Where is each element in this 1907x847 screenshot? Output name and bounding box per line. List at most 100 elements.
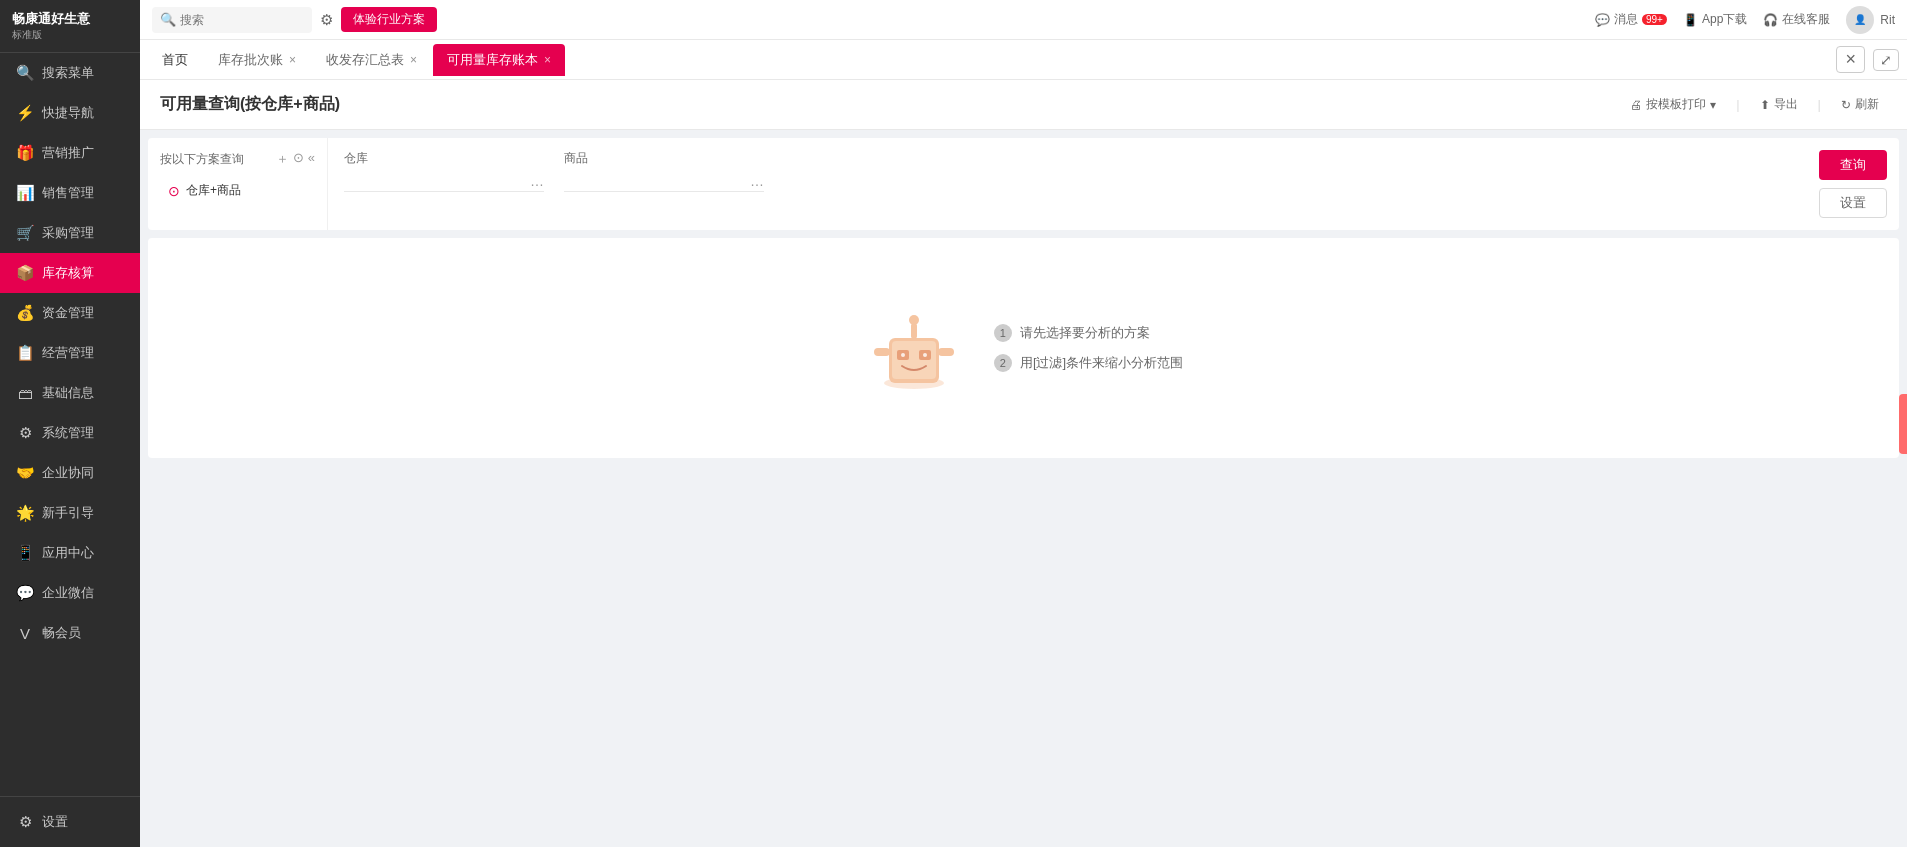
trial-button[interactable]: 体验行业方案 bbox=[341, 7, 437, 32]
sidebar-item-wechat[interactable]: 💬 企业微信 bbox=[0, 573, 140, 613]
sidebar-item-settings-label: 设置 bbox=[42, 813, 68, 831]
avatar-icon: 👤 bbox=[1854, 14, 1866, 25]
topbar-search[interactable]: 🔍 bbox=[152, 7, 312, 33]
system-icon: ⚙ bbox=[16, 424, 34, 442]
message-button[interactable]: 💬 消息 99+ bbox=[1595, 11, 1667, 28]
newbie-icon: 🌟 bbox=[16, 504, 34, 522]
sales-icon: 📊 bbox=[16, 184, 34, 202]
online-service-button[interactable]: 🎧 在线客服 bbox=[1763, 11, 1830, 28]
tab-summary[interactable]: 收发存汇总表 × bbox=[312, 44, 431, 76]
purchase-icon: 🛒 bbox=[16, 224, 34, 242]
sidebar-item-wechat-label: 企业微信 bbox=[42, 584, 94, 602]
page-header: 可用量查询(按仓库+商品) 🖨 按模板打印 ▾ | ⬆ 导出 | ↻ 刷新 bbox=[140, 80, 1907, 130]
sidebar-item-appstore-label: 应用中心 bbox=[42, 544, 94, 562]
svg-rect-2 bbox=[892, 341, 936, 379]
sidebar-item-finance[interactable]: 💰 资金管理 bbox=[0, 293, 140, 333]
svg-point-10 bbox=[923, 353, 927, 357]
marketing-icon: 🎁 bbox=[16, 144, 34, 162]
message-icon: 💬 bbox=[1595, 13, 1610, 27]
appstore-icon: 📱 bbox=[16, 544, 34, 562]
page-actions: 🖨 按模板打印 ▾ | ⬆ 导出 | ↻ 刷新 bbox=[1622, 92, 1887, 117]
add-scheme-icon[interactable]: ＋ bbox=[276, 150, 289, 168]
tab-home[interactable]: 首页 bbox=[148, 44, 202, 76]
sidebar-item-operation[interactable]: 📋 经营管理 bbox=[0, 333, 140, 373]
svg-rect-5 bbox=[911, 323, 917, 339]
sidebar-item-system-label: 系统管理 bbox=[42, 424, 94, 442]
sidebar-item-marketing[interactable]: 🎁 营销推广 bbox=[0, 133, 140, 173]
app-download-button[interactable]: 📱 App下载 bbox=[1683, 11, 1747, 28]
divider2: | bbox=[1818, 97, 1821, 112]
filter-panel: 按以下方案查询 ＋ ⊙ « ⊙ 仓库+商品 仓库 bbox=[148, 138, 1899, 230]
operation-icon: 📋 bbox=[16, 344, 34, 362]
export-icon: ⬆ bbox=[1760, 98, 1770, 112]
sidebar-item-sales[interactable]: 📊 销售管理 bbox=[0, 173, 140, 213]
content: 可用量查询(按仓库+商品) 🖨 按模板打印 ▾ | ⬆ 导出 | ↻ 刷新 bbox=[140, 80, 1907, 847]
basic-icon: 🗃 bbox=[16, 385, 34, 402]
sidebar-item-system[interactable]: ⚙ 系统管理 bbox=[0, 413, 140, 453]
settings-scheme-icon[interactable]: ⊙ bbox=[293, 150, 304, 168]
filter-settings-button[interactable]: 设置 bbox=[1819, 188, 1887, 218]
expand-button[interactable]: ⤢ bbox=[1873, 49, 1899, 71]
refresh-button[interactable]: ↻ 刷新 bbox=[1833, 92, 1887, 117]
topbar-right: 💬 消息 99+ 📱 App下载 🎧 在线客服 👤 Rit bbox=[1595, 6, 1895, 34]
main: 🔍 ⚙ 体验行业方案 💬 消息 99+ 📱 App下载 🎧 在线客服 👤 bbox=[140, 0, 1907, 847]
search-input[interactable] bbox=[180, 13, 304, 27]
print-label: 按模板打印 bbox=[1646, 96, 1706, 113]
sidebar-bottom: ⚙ 设置 bbox=[0, 796, 140, 847]
message-label: 消息 bbox=[1614, 11, 1638, 28]
sidebar-item-enterprise[interactable]: 🤝 企业协同 bbox=[0, 453, 140, 493]
tab-available[interactable]: 可用量库存账本 × bbox=[433, 44, 565, 76]
goods-label: 商品 bbox=[564, 150, 764, 167]
collapse-icon[interactable]: « bbox=[308, 150, 315, 168]
sidebar-item-search[interactable]: 🔍 搜索菜单 bbox=[0, 53, 140, 93]
goods-input[interactable] bbox=[564, 174, 746, 188]
sidebar-item-newbie-label: 新手引导 bbox=[42, 504, 94, 522]
scheme-warehouse-goods-label: 仓库+商品 bbox=[186, 182, 241, 199]
tab-batch-close[interactable]: × bbox=[289, 53, 296, 67]
sidebar-item-newbie[interactable]: 🌟 新手引导 bbox=[0, 493, 140, 533]
user-area[interactable]: 👤 Rit bbox=[1846, 6, 1895, 34]
sidebar-item-operation-label: 经营管理 bbox=[42, 344, 94, 362]
tab-batch-label: 库存批次账 bbox=[218, 51, 283, 69]
tab-home-label: 首页 bbox=[162, 51, 188, 69]
app-download-label: App下载 bbox=[1702, 11, 1747, 28]
sidebar-item-vip[interactable]: V 畅会员 bbox=[0, 613, 140, 653]
tab-batch[interactable]: 库存批次账 × bbox=[204, 44, 310, 76]
sidebar-item-basic[interactable]: 🗃 基础信息 bbox=[0, 373, 140, 413]
tabs-bar: 首页 库存批次账 × 收发存汇总表 × 可用量库存账本 × × ⤢ bbox=[140, 40, 1907, 80]
search-icon: 🔍 bbox=[160, 12, 176, 27]
empty-illustration bbox=[864, 298, 964, 398]
query-button[interactable]: 查询 bbox=[1819, 150, 1887, 180]
empty-state: 1 请先选择要分析的方案 2 用[过滤]条件来缩小分析范围 bbox=[148, 238, 1899, 458]
sidebar-item-purchase-label: 采购管理 bbox=[42, 224, 94, 242]
topbar: 🔍 ⚙ 体验行业方案 💬 消息 99+ 📱 App下载 🎧 在线客服 👤 bbox=[140, 0, 1907, 40]
sidebar-item-inventory-label: 库存核算 bbox=[42, 264, 94, 282]
warehouse-dots-button[interactable]: … bbox=[530, 173, 544, 189]
close-tab-button[interactable]: × bbox=[1836, 46, 1865, 73]
filter-schemes-title: 按以下方案查询 ＋ ⊙ « bbox=[160, 150, 315, 168]
sidebar-item-settings[interactable]: ⚙ 设置 bbox=[0, 805, 140, 839]
sidebar-item-inventory[interactable]: 📦 库存核算 bbox=[0, 253, 140, 293]
sidebar-item-enterprise-label: 企业协同 bbox=[42, 464, 94, 482]
warehouse-input[interactable] bbox=[344, 174, 526, 188]
tab-summary-label: 收发存汇总表 bbox=[326, 51, 404, 69]
tab-summary-close[interactable]: × bbox=[410, 53, 417, 67]
app-name: 畅康通好生意 bbox=[12, 10, 128, 28]
wechat-icon: 💬 bbox=[16, 584, 34, 602]
empty-state-content: 1 请先选择要分析的方案 2 用[过滤]条件来缩小分析范围 bbox=[864, 298, 1183, 398]
sidebar-item-appstore[interactable]: 📱 应用中心 bbox=[0, 533, 140, 573]
app-badge: 标准版 bbox=[12, 28, 128, 42]
tab-available-close[interactable]: × bbox=[544, 53, 551, 67]
filter-action-buttons: 查询 设置 bbox=[1807, 138, 1899, 230]
sidebar-item-shortcut[interactable]: ⚡ 快捷导航 bbox=[0, 93, 140, 133]
refresh-label: 刷新 bbox=[1855, 96, 1879, 113]
sidebar-item-purchase[interactable]: 🛒 采购管理 bbox=[0, 213, 140, 253]
gear-icon[interactable]: ⚙ bbox=[320, 11, 333, 29]
scheme-warehouse-goods[interactable]: ⊙ 仓库+商品 bbox=[160, 176, 315, 205]
inventory-icon: 📦 bbox=[16, 264, 34, 282]
export-button[interactable]: ⬆ 导出 bbox=[1752, 92, 1806, 117]
tip-text-2: 用[过滤]条件来缩小分析范围 bbox=[1020, 354, 1183, 372]
print-button[interactable]: 🖨 按模板打印 ▾ bbox=[1622, 92, 1724, 117]
goods-dots-button[interactable]: … bbox=[750, 173, 764, 189]
export-label: 导出 bbox=[1774, 96, 1798, 113]
